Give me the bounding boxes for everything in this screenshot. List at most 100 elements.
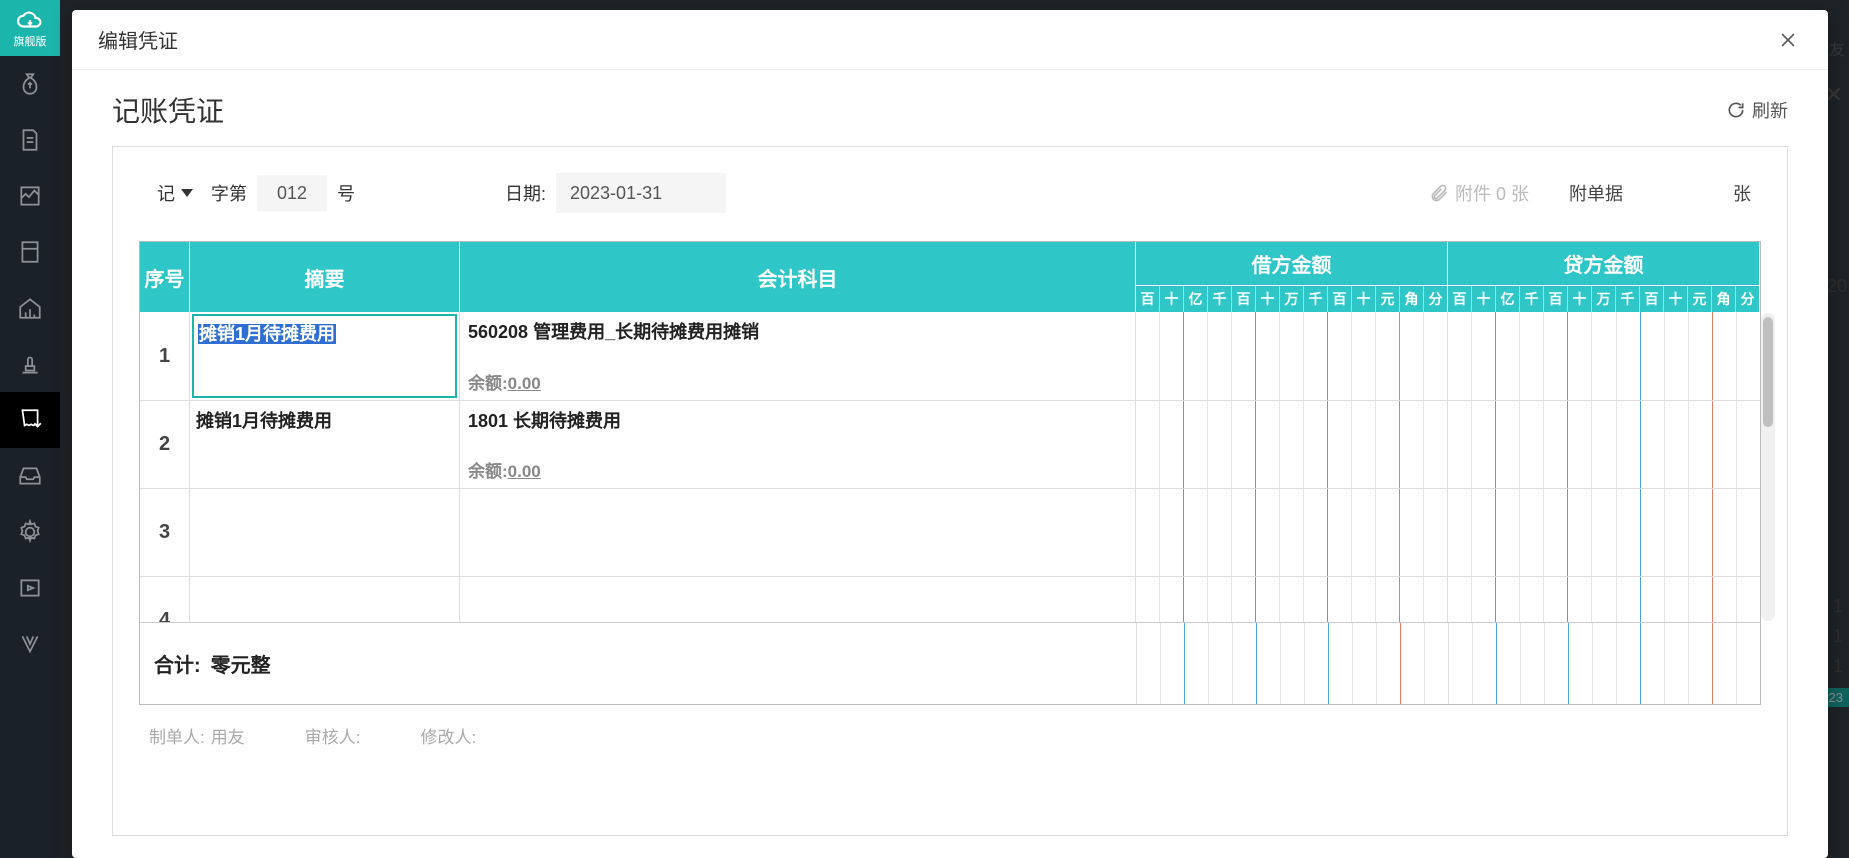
row-balance: 余额:0.00 [468, 369, 1127, 394]
voucher-number-input[interactable] [257, 175, 327, 211]
row-seq: 3 [140, 489, 190, 576]
voucher-type-select[interactable]: 记 [149, 176, 201, 210]
sidebar-item-7[interactable] [0, 392, 60, 448]
close-icon [1778, 30, 1798, 50]
total-label: 合计: [154, 649, 201, 678]
row-credit-cell[interactable] [1448, 401, 1760, 488]
maker-label: 制单人: [149, 723, 205, 748]
chart-icon [17, 183, 43, 209]
sidebar-item-1[interactable] [0, 56, 60, 112]
voucher-table-body: 1摊销1月待摊费用560208 管理费用_长期待摊费用摊销余额:0.002摊销1… [140, 312, 1760, 622]
sidebar-item-4[interactable] [0, 224, 60, 280]
auditor-label: 审核人: [305, 723, 361, 748]
sidebar-item-10[interactable] [0, 560, 60, 616]
chevron-down-icon [181, 189, 193, 197]
total-credit-cells [1448, 623, 1760, 704]
app-sidebar: 旗舰版 [0, 0, 60, 858]
th-credit-digits: 百 十 亿 千 百 十 万 千 百 十 元 角 [1448, 286, 1759, 312]
maker-value: 用友 [211, 723, 245, 748]
refresh-icon [1726, 100, 1746, 120]
th-seq: 序号 [140, 242, 190, 312]
th-debit-digits: 百 十 亿 千 百 十 万 千 百 十 元 角 [1136, 286, 1447, 312]
sidebar-item-5[interactable] [0, 280, 60, 336]
row-summary-text[interactable]: 摊销1月待摊费用 [198, 324, 336, 344]
row-summary-cell[interactable]: 摊销1月待摊费用 [190, 401, 460, 488]
scrollbar-thumb[interactable] [1763, 317, 1773, 427]
sidebar-item-11[interactable] [0, 616, 60, 672]
table-row: 1 摊销1月待摊费用 560208 管理费用_长期待摊费用摊销余额:0.00 [140, 312, 1760, 400]
row-credit-cell[interactable] [1448, 312, 1760, 400]
row-account-cell[interactable] [460, 489, 1136, 576]
modal-body: 记账凭证 刷新 记 字第 号 日期: [72, 70, 1828, 858]
attachment-button[interactable]: 附件 0 张 [1429, 180, 1529, 206]
row-account-text: 560208 管理费用_长期待摊费用摊销 [468, 318, 1127, 344]
th-credit: 贷方金额 [1448, 242, 1759, 286]
voucher-area: 记 字第 号 日期: 附件 0 张 附单据 张 [112, 146, 1788, 836]
voucher-total-row: 合计: 零元整 [140, 622, 1760, 704]
extra-doc-input[interactable] [1633, 176, 1723, 210]
cloud-lock-icon [15, 7, 45, 33]
row-debit-cell[interactable] [1136, 489, 1448, 576]
close-button[interactable] [1774, 26, 1802, 54]
date-label: 日期: [505, 180, 546, 206]
th-account: 会计科目 [460, 242, 1136, 312]
row-summary-cell[interactable] [190, 489, 460, 576]
attachment-label: 附件 0 张 [1455, 180, 1529, 206]
th-credit-group: 贷方金额 百 十 亿 千 百 十 万 千 百 十 [1448, 242, 1760, 312]
receipt-down-icon [17, 407, 43, 433]
voucher-table: 序号 摘要 会计科目 借方金额 百 十 亿 千 百 十 [139, 241, 1761, 705]
home-bars-icon [17, 295, 43, 321]
sidebar-item-9[interactable] [0, 504, 60, 560]
row-balance: 余额:0.00 [468, 457, 1127, 482]
row-debit-cell[interactable] [1136, 312, 1448, 400]
row-credit-cell[interactable] [1448, 489, 1760, 576]
total-words: 零元整 [211, 649, 271, 678]
table-scrollbar[interactable] [1761, 313, 1775, 621]
table-row: 2摊销1月待摊费用 1801 长期待摊费用余额:0.00 [140, 400, 1760, 488]
signatures-row: 制单人:用友 审核人: 修改人: [139, 705, 1761, 748]
row-credit-cell[interactable] [1448, 577, 1760, 622]
row-seq: 4 [140, 577, 190, 622]
modal-header: 编辑凭证 [72, 10, 1828, 70]
voucher-date-input[interactable] [556, 173, 726, 213]
table-row: 4 [140, 576, 1760, 622]
refresh-label: 刷新 [1752, 97, 1788, 123]
calculator-icon [17, 239, 43, 265]
sidebar-item-2[interactable] [0, 112, 60, 168]
row-account-cell[interactable]: 1801 长期待摊费用余额:0.00 [460, 401, 1136, 488]
sidebar-item-6[interactable] [0, 336, 60, 392]
modal-title: 编辑凭证 [98, 25, 178, 54]
gear-icon [17, 519, 43, 545]
row-debit-cell[interactable] [1136, 577, 1448, 622]
paperclip-icon [1429, 183, 1449, 203]
inbox-icon [17, 463, 43, 489]
th-debit-group: 借方金额 百 十 亿 千 百 十 万 千 百 十 [1136, 242, 1448, 312]
sidebar-item-3[interactable] [0, 168, 60, 224]
v-icon [17, 631, 43, 657]
video-icon [17, 575, 43, 601]
modifier-label: 修改人: [420, 723, 476, 748]
row-account-cell[interactable] [460, 577, 1136, 622]
row-seq: 2 [140, 401, 190, 488]
sidebar-item-8[interactable] [0, 448, 60, 504]
voucher-suffix: 号 [337, 180, 355, 206]
voucher-meta-row: 记 字第 号 日期: 附件 0 张 附单据 张 [139, 173, 1761, 213]
row-seq: 1 [140, 312, 190, 400]
app-logo: 旗舰版 [0, 0, 60, 56]
edition-label: 旗舰版 [14, 33, 47, 49]
extra-doc-unit: 张 [1733, 180, 1751, 206]
voucher-prefix: 字第 [211, 180, 247, 206]
row-summary-cell[interactable] [190, 577, 460, 622]
row-summary-text: 摊销1月待摊费用 [196, 407, 453, 433]
row-account-text: 1801 长期待摊费用 [468, 407, 1127, 433]
voucher-edit-modal: 编辑凭证 记账凭证 刷新 记 字第 号 日期: [72, 10, 1828, 858]
row-summary-cell[interactable]: 摊销1月待摊费用 [190, 312, 460, 400]
voucher-title: 记账凭证 [112, 90, 224, 130]
table-row: 3 [140, 488, 1760, 576]
row-debit-cell[interactable] [1136, 401, 1448, 488]
stamp-icon [17, 351, 43, 377]
voucher-table-head: 序号 摘要 会计科目 借方金额 百 十 亿 千 百 十 [140, 242, 1760, 312]
row-account-cell[interactable]: 560208 管理费用_长期待摊费用摊销余额:0.00 [460, 312, 1136, 400]
refresh-button[interactable]: 刷新 [1726, 97, 1788, 123]
voucher-type-label: 记 [157, 180, 175, 206]
